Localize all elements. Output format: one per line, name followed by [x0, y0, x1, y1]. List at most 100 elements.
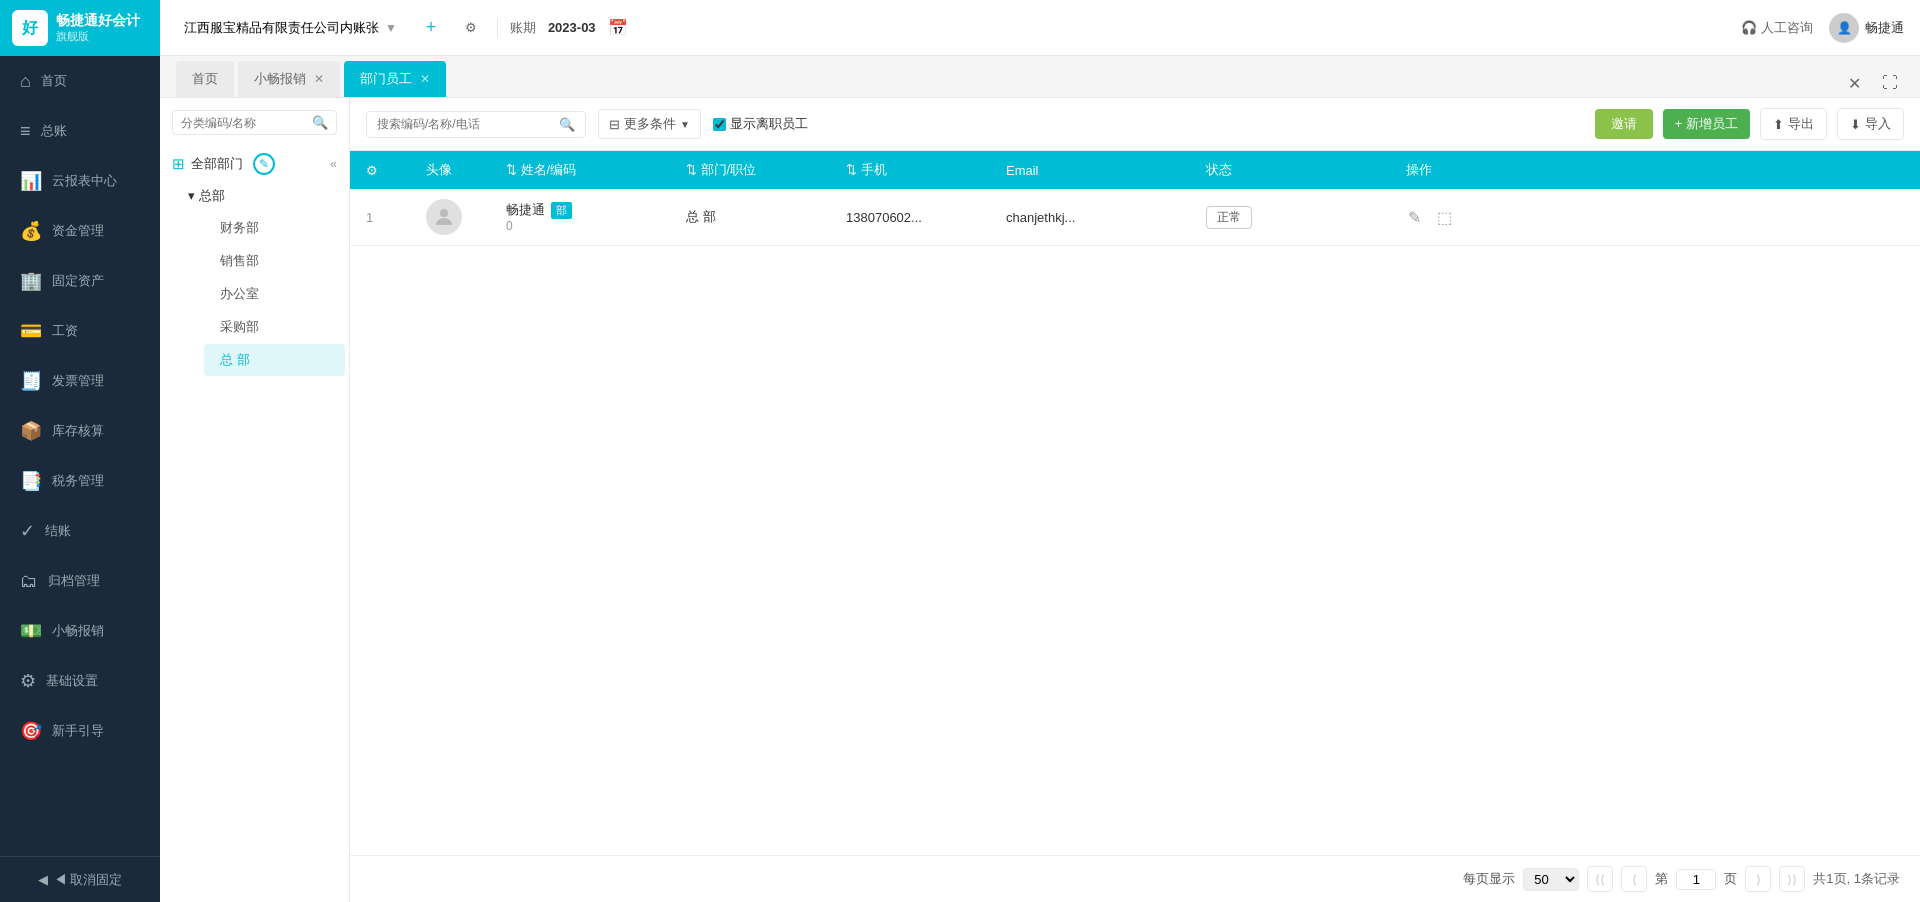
col-email: Email	[990, 151, 1190, 189]
sidebar-item-label: 基础设置	[46, 672, 98, 690]
employee-code: 0	[506, 219, 654, 233]
sidebar-item-tax[interactable]: 📑 税务管理	[0, 456, 160, 506]
sidebar-item-reports[interactable]: 📊 云报表中心	[0, 156, 160, 206]
sidebar-item-label: 税务管理	[52, 472, 104, 490]
tax-icon: 📑	[20, 470, 42, 492]
tab-home[interactable]: 首页	[176, 61, 234, 97]
prev-page-button[interactable]: ⟨	[1621, 866, 1647, 892]
import-icon: ⬇	[1850, 117, 1861, 132]
last-page-button[interactable]: ⟩⟩	[1779, 866, 1805, 892]
first-page-button[interactable]: ⟨⟨	[1587, 866, 1613, 892]
tab-close-icon[interactable]: ✕	[314, 72, 324, 86]
export-icon: ⬆	[1773, 117, 1784, 132]
employee-table: ⚙ 头像 ⇅ 姓名/编码 ⇅ 部门/职位 ⇅ 手机	[350, 151, 1920, 246]
col-avatar: 头像	[410, 151, 490, 189]
sidebar-item-inventory[interactable]: 📦 库存核算	[0, 406, 160, 456]
sidebar-item-close-accounts[interactable]: ✓ 结账	[0, 506, 160, 556]
edit-button[interactable]: ✎	[1406, 206, 1423, 229]
invoice-icon: 🧾	[20, 370, 42, 392]
dept-search-input[interactable]	[181, 116, 308, 130]
col-phone[interactable]: ⇅ 手机	[830, 151, 990, 189]
dept-node-purchase[interactable]: 采购部	[204, 311, 345, 343]
tab-close-icon[interactable]: ✕	[420, 72, 430, 86]
filter-button[interactable]: ⊟ 更多条件 ▼	[598, 109, 701, 139]
sidebar-item-label: 新手引导	[52, 722, 104, 740]
page-size-select[interactable]: 50 10 20 100	[1523, 868, 1579, 891]
main-area: 江西服宝精品有限责任公司内账张 ▼ + ⚙ 账期 2023-03 📅 🎧 人工咨…	[160, 0, 1920, 902]
sidebar-item-assets[interactable]: 🏢 固定资产	[0, 256, 160, 306]
grid-icon: ⊞	[172, 155, 185, 173]
sidebar-pin-toggle[interactable]: ◀ ◀ 取消固定	[0, 856, 160, 902]
add-company-button[interactable]: +	[417, 14, 445, 42]
employee-search-input[interactable]	[377, 117, 553, 131]
col-name[interactable]: ⇅ 姓名/编码	[490, 151, 670, 189]
show-resigned-input[interactable]	[713, 118, 726, 131]
calendar-icon[interactable]: 📅	[608, 18, 628, 37]
settings-icon: ⚙	[20, 670, 36, 692]
sidebar-item-home[interactable]: ⌂ 首页	[0, 56, 160, 106]
sidebar-item-label: 总账	[41, 122, 67, 140]
col-settings[interactable]: ⚙	[350, 151, 410, 189]
dept-edit-badge[interactable]: ✎	[253, 153, 275, 175]
sidebar-item-invoice[interactable]: 🧾 发票管理	[0, 356, 160, 406]
asset-icon: 🏢	[20, 270, 42, 292]
salary-icon: 💳	[20, 320, 42, 342]
expand-tab-button[interactable]: ⛶	[1876, 69, 1904, 97]
inventory-icon: 📦	[20, 420, 42, 442]
add-employee-button[interactable]: + 新增员工	[1663, 109, 1750, 139]
export-label: 导出	[1788, 115, 1814, 133]
cell-dept: 总 部	[670, 189, 830, 246]
settings-button[interactable]: ⚙	[457, 14, 485, 42]
employee-table-wrapper: ⚙ 头像 ⇅ 姓名/编码 ⇅ 部门/职位 ⇅ 手机	[350, 151, 1920, 855]
column-settings-icon: ⚙	[366, 163, 378, 178]
sidebar-item-expense[interactable]: 💵 小畅报销	[0, 606, 160, 656]
service-button[interactable]: 🎧 人工咨询	[1741, 19, 1813, 37]
toolbar-right: 邀请 + 新增员工 ⬆ 导出 ⬇ 导入	[1595, 108, 1904, 140]
sidebar-item-label: 云报表中心	[52, 172, 117, 190]
table-row: 1 畅捷通	[350, 189, 1920, 246]
fund-icon: 💰	[20, 220, 42, 242]
tab-expense[interactable]: 小畅报销 ✕	[238, 61, 340, 97]
dept-node-general[interactable]: 总 部	[204, 344, 345, 376]
company-selector[interactable]: 江西服宝精品有限责任公司内账张 ▼	[176, 15, 405, 41]
cell-phone: 138070602...	[830, 189, 990, 246]
employee-name: 畅捷通	[506, 201, 545, 219]
dropdown-icon: ▼	[385, 21, 397, 35]
logout-button[interactable]: ⬚	[1435, 206, 1454, 229]
dept-node-sales[interactable]: 销售部	[204, 245, 345, 277]
sidebar-item-guide[interactable]: 🎯 新手引导	[0, 706, 160, 756]
sidebar-item-general-ledger[interactable]: ≡ 总账	[0, 106, 160, 156]
search-icon: 🔍	[559, 117, 575, 132]
sidebar-item-settings[interactable]: ⚙ 基础设置	[0, 656, 160, 706]
all-dept-item[interactable]: ⊞ 全部部门 ✎ «	[160, 147, 349, 181]
sidebar-item-label: 库存核算	[52, 422, 104, 440]
sidebar-item-funds[interactable]: 💰 资金管理	[0, 206, 160, 256]
import-button[interactable]: ⬇ 导入	[1837, 108, 1904, 140]
col-status: 状态	[1190, 151, 1390, 189]
cell-avatar	[410, 189, 490, 246]
employee-search-box[interactable]: 🔍	[366, 111, 586, 138]
sidebar-item-salary[interactable]: 💳 工资	[0, 306, 160, 356]
export-button[interactable]: ⬆ 导出	[1760, 108, 1827, 140]
col-actions: 操作	[1390, 151, 1920, 189]
show-resigned-checkbox[interactable]: 显示离职员工	[713, 115, 808, 133]
page-unit: 页	[1724, 870, 1737, 888]
collapse-icon[interactable]: «	[330, 157, 337, 171]
employee-avatar	[426, 199, 462, 235]
invite-button[interactable]: 邀请	[1595, 109, 1653, 139]
logo-subtitle: 旗舰版	[56, 29, 140, 44]
page-number-input[interactable]	[1676, 869, 1716, 890]
dept-node-finance[interactable]: 财务部	[204, 212, 345, 244]
sidebar-item-archive[interactable]: 🗂 归档管理	[0, 556, 160, 606]
col-dept[interactable]: ⇅ 部门/职位	[670, 151, 830, 189]
tab-department[interactable]: 部门员工 ✕	[344, 61, 446, 97]
dept-search-box[interactable]: 🔍	[172, 110, 337, 135]
next-page-button[interactable]: ⟩	[1745, 866, 1771, 892]
close-tab-button[interactable]: ✕	[1840, 69, 1868, 97]
pagination: 每页显示 50 10 20 100 ⟨⟨ ⟨ 第 页 ⟩ ⟩⟩ 共1页, 1条记…	[350, 855, 1920, 902]
edit-icon: ✎	[259, 157, 269, 171]
tab-label: 部门员工	[360, 70, 412, 88]
user-info[interactable]: 👤 畅捷通	[1829, 13, 1904, 43]
dept-node-office[interactable]: 办公室	[204, 278, 345, 310]
filter-icon: ⊟	[609, 117, 620, 132]
